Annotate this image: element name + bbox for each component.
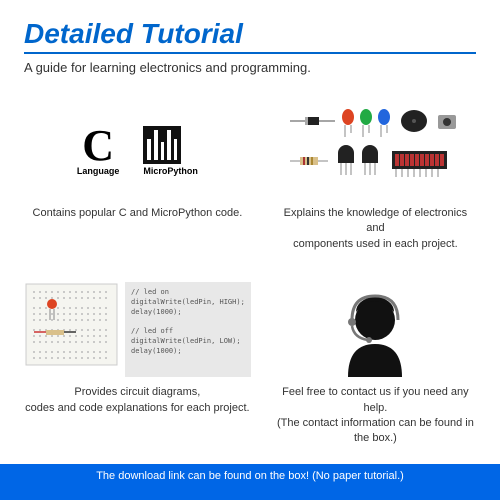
footer-text: The download link can be found on the bo… — [96, 470, 404, 482]
micropython-label: MicroPython — [143, 166, 198, 176]
page-subtitle: A guide for learning electronics and pro… — [24, 60, 476, 75]
led-green-icon — [360, 109, 372, 137]
languages-caption: Contains popular C and MicroPython code. — [24, 206, 251, 221]
c-letter-icon: C — [77, 128, 120, 163]
page-title: Detailed Tutorial — [24, 18, 476, 54]
feature-grid: C Language MicroPython Contains popular … — [0, 83, 500, 457]
led-red-icon — [342, 109, 354, 137]
components-illustration — [275, 103, 476, 198]
breadboard-icon — [24, 282, 119, 377]
micropython-icon — [143, 126, 181, 164]
feature-components: Explains the knowledge of electronics an… — [275, 103, 476, 252]
c-language-label: Language — [77, 166, 120, 176]
circuit-code-illustration: // led on digitalWrite(ledPin, HIGH); de… — [24, 282, 251, 377]
transistor-icon — [338, 145, 354, 175]
feature-support: Feel free to contact us if you need any … — [275, 282, 476, 447]
circuit-code-caption: Provides circuit diagrams, codes and cod… — [24, 385, 251, 416]
feature-circuit-code: // led on digitalWrite(ledPin, HIGH); de… — [24, 282, 251, 447]
components-caption: Explains the knowledge of electronics an… — [275, 206, 476, 252]
feature-languages: C Language MicroPython Contains popular … — [24, 103, 251, 252]
code-snippet: // led on digitalWrite(ledPin, HIGH); de… — [125, 282, 251, 377]
support-caption: Feel free to contact us if you need any … — [275, 385, 476, 447]
header: Detailed Tutorial A guide for learning e… — [0, 0, 500, 83]
footer-banner: The download link can be found on the bo… — [0, 464, 500, 500]
support-person-icon — [275, 282, 476, 377]
transistor-icon — [362, 145, 378, 175]
led-blue-icon — [378, 109, 390, 137]
languages-illustration: C Language MicroPython — [24, 103, 251, 198]
